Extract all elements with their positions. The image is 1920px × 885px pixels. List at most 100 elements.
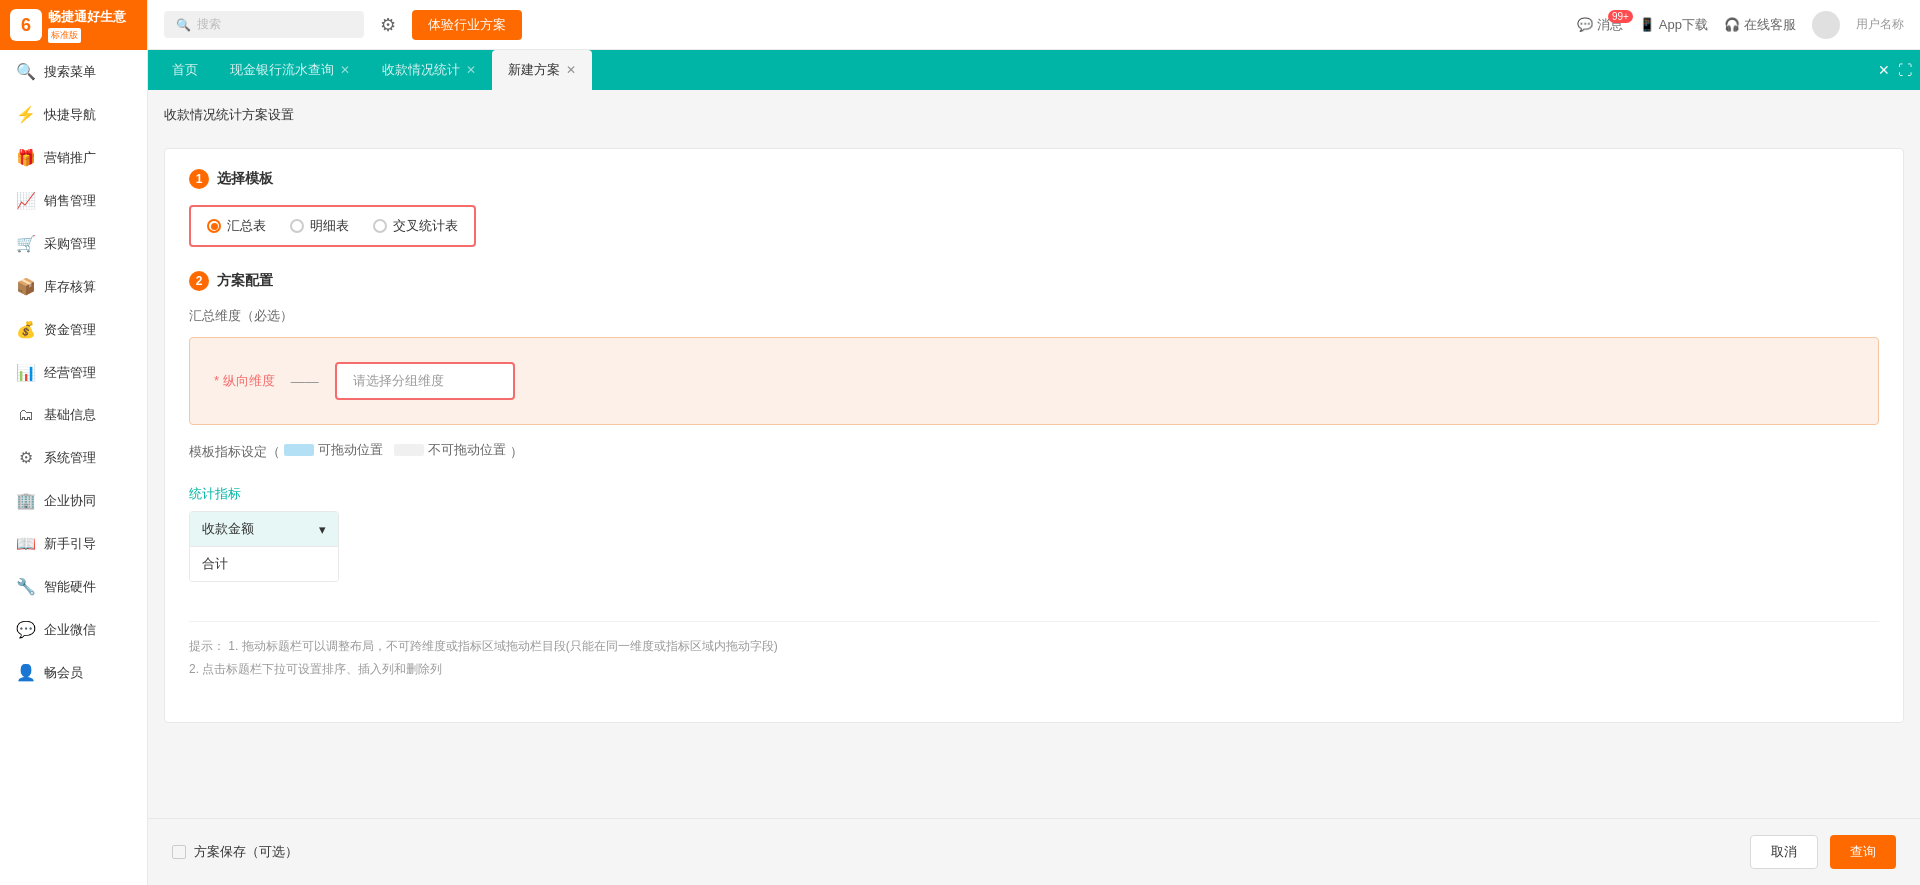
support-button[interactable]: 🎧 在线客服 <box>1724 16 1796 34</box>
dimension-select[interactable]: 请选择分组维度 <box>335 362 515 400</box>
download-icon: 📱 <box>1639 17 1655 32</box>
section1-header: 1 选择模板 <box>189 169 1879 189</box>
tab-home[interactable]: 首页 <box>156 50 214 90</box>
sidebar-item-smart-hw[interactable]: 🔧 智能硬件 <box>0 565 147 608</box>
tab-collection-stats[interactable]: 收款情况统计 ✕ <box>366 50 492 90</box>
sidebar-item-inventory[interactable]: 📦 库存核算 <box>0 265 147 308</box>
sidebar: 6 畅捷通好生意 标准版 🔍 搜索菜单 ⚡ 快捷导航 🎁 营销推广 📈 销售管理… <box>0 0 148 885</box>
template-options: 汇总表 明细表 交叉统计表 <box>189 205 476 247</box>
non-draggable-color-swatch <box>394 444 424 456</box>
notification-button[interactable]: 💬 消息 99+ <box>1577 16 1623 34</box>
radio-summary-circle <box>207 219 221 233</box>
topbar: 🔍 搜索 ⚙ 体验行业方案 💬 消息 99+ 📱 App下载 🎧 在线客服 用户… <box>148 0 1920 50</box>
sidebar-item-quick-nav[interactable]: ⚡ 快捷导航 <box>0 93 147 136</box>
sidebar-item-marketing[interactable]: 🎁 营销推广 <box>0 136 147 179</box>
finance-icon: 💰 <box>16 320 36 339</box>
topbar-search[interactable]: 🔍 搜索 <box>164 11 364 38</box>
sidebar-item-base-info[interactable]: 🗂 基础信息 <box>0 394 147 436</box>
metrics-settings: 模板指标设定（ 可拖动位置 不可拖动位置 ） <box>189 441 1879 461</box>
draggable-color-swatch <box>284 444 314 456</box>
page-title: 收款情况统计方案设置 <box>164 106 1904 132</box>
sidebar-item-weixin[interactable]: 💬 企业微信 <box>0 608 147 651</box>
section1-title: 选择模板 <box>217 170 273 188</box>
operation-icon: 📊 <box>16 363 36 382</box>
query-button[interactable]: 查询 <box>1830 835 1896 869</box>
sidebar-item-label: 搜索菜单 <box>44 63 96 81</box>
draggable-legend: 可拖动位置 <box>284 441 383 459</box>
notification-badge: 99+ <box>1608 10 1633 23</box>
download-button[interactable]: 📱 App下载 <box>1639 16 1708 34</box>
radio-cross-label: 交叉统计表 <box>393 217 458 235</box>
tab-bank-flow-close-icon[interactable]: ✕ <box>340 63 350 77</box>
tabs-close-icon[interactable]: ✕ <box>1878 62 1890 78</box>
base-info-icon: 🗂 <box>16 406 36 424</box>
sidebar-item-label: 新手引导 <box>44 535 96 553</box>
sidebar-item-label: 库存核算 <box>44 278 96 296</box>
tab-home-label: 首页 <box>172 61 198 79</box>
tab-new-plan-close-icon[interactable]: ✕ <box>566 63 576 77</box>
tab-bank-flow[interactable]: 现金银行流水查询 ✕ <box>214 50 366 90</box>
sales-icon: 📈 <box>16 191 36 210</box>
settings-icon[interactable]: ⚙ <box>380 14 396 36</box>
support-icon: 🎧 <box>1724 17 1740 32</box>
tab-collection-stats-close-icon[interactable]: ✕ <box>466 63 476 77</box>
tips-section: 提示： 1. 拖动标题栏可以调整布局，不可跨维度或指标区域拖动栏目段(只能在同一… <box>189 621 1879 678</box>
metrics-table-row: 合计 <box>190 547 338 581</box>
sidebar-item-label: 营销推广 <box>44 149 96 167</box>
sidebar-item-label: 系统管理 <box>44 449 96 467</box>
sidebar-item-enterprise[interactable]: 🏢 企业协同 <box>0 479 147 522</box>
dimension-area: * 纵向维度 —— 请选择分组维度 <box>189 337 1879 425</box>
sidebar-item-member[interactable]: 👤 畅会员 <box>0 651 147 694</box>
sidebar-item-search-menu[interactable]: 🔍 搜索菜单 <box>0 50 147 93</box>
tabs-actions: ✕ ⛶ <box>1878 62 1912 78</box>
main: 🔍 搜索 ⚙ 体验行业方案 💬 消息 99+ 📱 App下载 🎧 在线客服 用户… <box>148 0 1920 885</box>
sidebar-item-label: 销售管理 <box>44 192 96 210</box>
cancel-button[interactable]: 取消 <box>1750 835 1818 869</box>
marketing-icon: 🎁 <box>16 148 36 167</box>
save-option: 方案保存（可选） <box>172 843 298 861</box>
chevron-down-icon[interactable]: ▾ <box>319 522 326 537</box>
sidebar-item-purchase[interactable]: 🛒 采购管理 <box>0 222 147 265</box>
sidebar-item-label: 快捷导航 <box>44 106 96 124</box>
sidebar-item-label: 智能硬件 <box>44 578 96 596</box>
radio-detail-label: 明细表 <box>310 217 349 235</box>
inventory-icon: 📦 <box>16 277 36 296</box>
footer-actions: 取消 查询 <box>1750 835 1896 869</box>
radio-detail[interactable]: 明细表 <box>290 217 349 235</box>
radio-cross[interactable]: 交叉统计表 <box>373 217 458 235</box>
save-checkbox[interactable] <box>172 845 186 859</box>
save-label: 方案保存（可选） <box>194 843 298 861</box>
radio-summary-label: 汇总表 <box>227 217 266 235</box>
sidebar-item-system[interactable]: ⚙ 系统管理 <box>0 436 147 479</box>
sidebar-nav: 🔍 搜索菜单 ⚡ 快捷导航 🎁 营销推广 📈 销售管理 🛒 采购管理 📦 库存核… <box>0 50 147 885</box>
search-icon: 🔍 <box>176 18 191 32</box>
tips-item-2: 2. 点击标题栏下拉可设置排序、插入列和删除列 <box>189 661 1879 678</box>
metrics-table: 收款金额 ▾ 合计 <box>189 511 339 582</box>
sidebar-item-guide[interactable]: 📖 新手引导 <box>0 522 147 565</box>
section2-number: 2 <box>189 271 209 291</box>
topbar-right: 💬 消息 99+ 📱 App下载 🎧 在线客服 用户名称 <box>1577 11 1904 39</box>
username: 用户名称 <box>1856 16 1904 33</box>
section2-header: 2 方案配置 <box>189 271 1879 291</box>
section-template: 1 选择模板 汇总表 明细表 交叉统计表 <box>189 169 1879 247</box>
sidebar-item-label: 畅会员 <box>44 664 83 682</box>
trial-button[interactable]: 体验行业方案 <box>412 10 522 40</box>
footer: 方案保存（可选） 取消 查询 <box>148 818 1920 885</box>
sidebar-item-sales[interactable]: 📈 销售管理 <box>0 179 147 222</box>
system-icon: ⚙ <box>16 448 36 467</box>
metrics-label: 模板指标设定（ 可拖动位置 不可拖动位置 ） <box>189 444 523 459</box>
logo-text: 畅捷通好生意 标准版 <box>48 8 126 43</box>
vertical-label: * 纵向维度 <box>214 372 275 390</box>
sidebar-item-operation[interactable]: 📊 经营管理 <box>0 351 147 394</box>
tab-new-plan-label: 新建方案 <box>508 61 560 79</box>
logo-icon: 6 <box>10 9 42 41</box>
sidebar-item-label: 采购管理 <box>44 235 96 253</box>
sidebar-item-label: 企业协同 <box>44 492 96 510</box>
tab-new-plan[interactable]: 新建方案 ✕ <box>492 50 592 90</box>
radio-summary[interactable]: 汇总表 <box>207 217 266 235</box>
radio-detail-circle <box>290 219 304 233</box>
metrics-section-title: 统计指标 <box>189 485 1879 503</box>
tabs-expand-icon[interactable]: ⛶ <box>1898 62 1912 78</box>
sidebar-item-label: 企业微信 <box>44 621 96 639</box>
sidebar-item-finance[interactable]: 💰 资金管理 <box>0 308 147 351</box>
